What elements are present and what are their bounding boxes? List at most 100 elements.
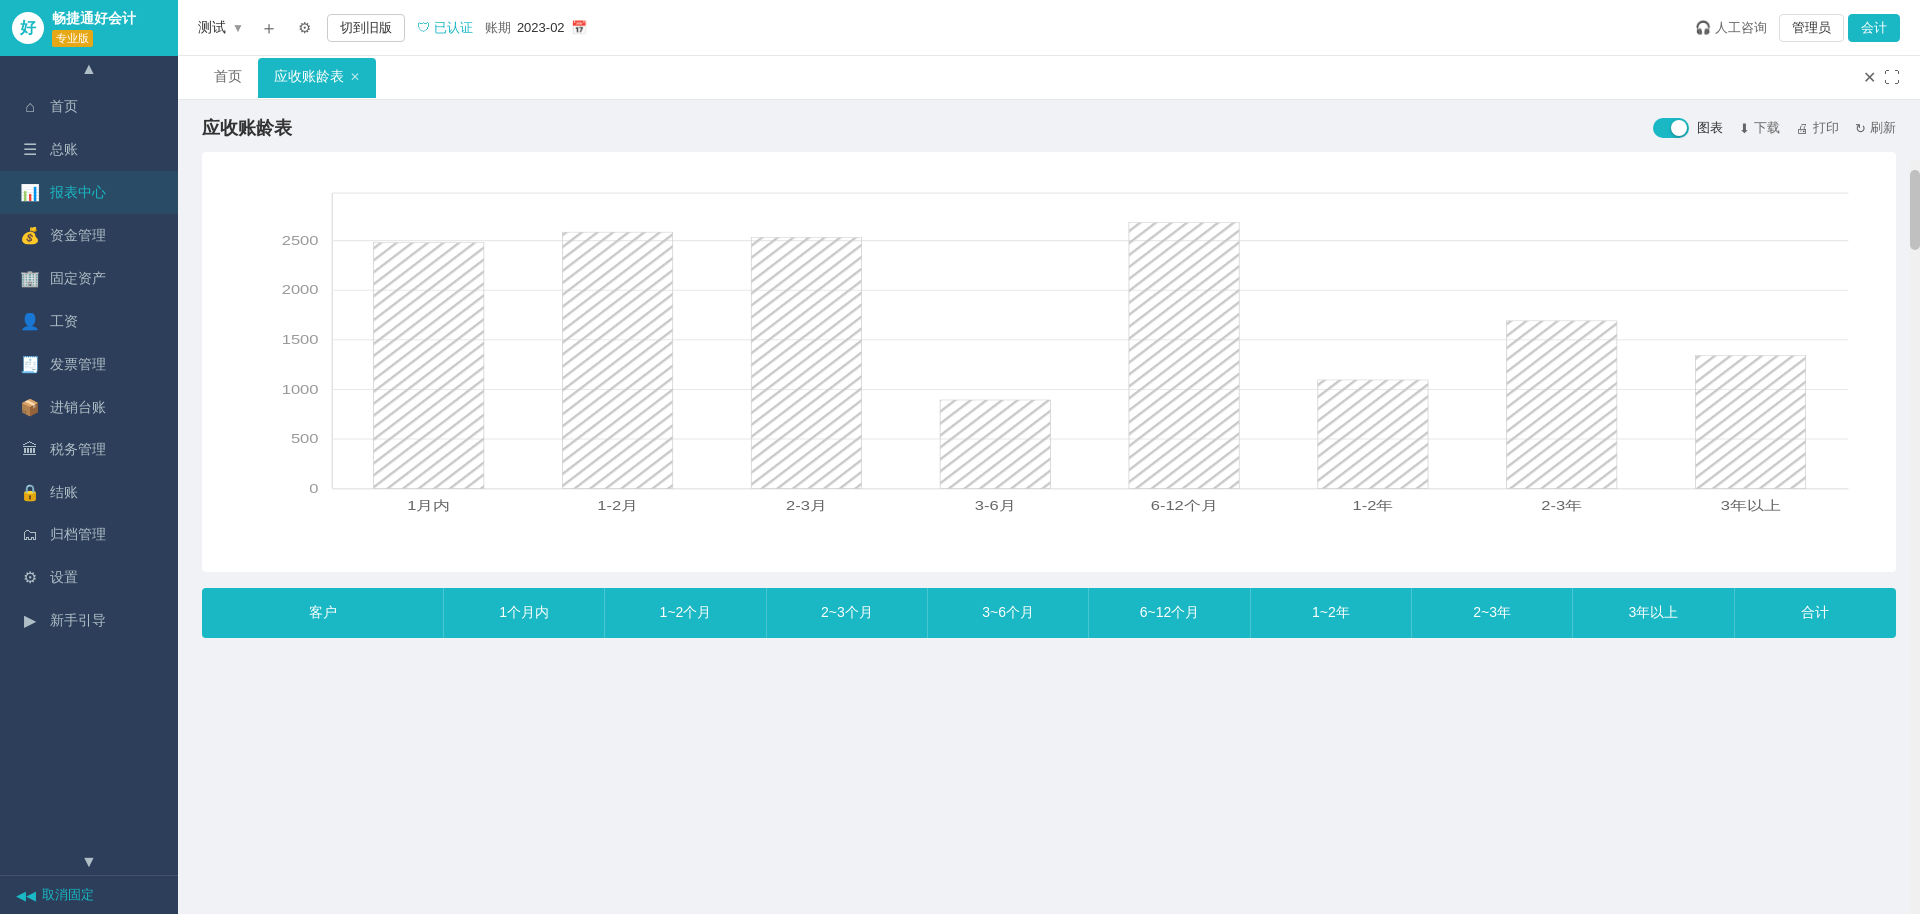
sidebar-item-label: 报表中心 [50,184,106,202]
table-header: 客户 1个月内 1~2个月 2~3个月 3~6个月 6~12个月 1~2年 2~… [202,588,1896,638]
svg-text:500: 500 [291,432,319,446]
settings-gear-button[interactable]: ⚙ [294,15,315,41]
archive-icon: 🗂 [20,526,40,544]
sidebar-item-assets[interactable]: 🏢 固定资产 [0,257,178,300]
manager-button[interactable]: 管理员 [1779,14,1844,42]
sidebar-item-home[interactable]: ⌂ 首页 [0,86,178,128]
period-display: 账期 2023-02 📅 [485,19,587,37]
page-actions: 图表 ⬇ 下载 🖨 打印 ↻ 刷新 [1653,118,1896,138]
scrollbar-thumb[interactable] [1910,170,1920,250]
toggle-thumb [1671,120,1687,136]
project-name: 测试 [198,19,226,37]
payroll-icon: 👤 [20,312,40,331]
svg-text:2500: 2500 [282,234,319,248]
scroll-up-btn[interactable]: ▲ [0,56,178,82]
sidebar-item-close[interactable]: 🔒 结账 [0,471,178,514]
calendar-icon[interactable]: 📅 [571,20,587,35]
col-2-3month: 2~3个月 [767,588,928,638]
sidebar-item-archive[interactable]: 🗂 归档管理 [0,514,178,556]
chart-container: 0 500 1000 1500 2000 2500 1月内 1-2月 [202,152,1896,572]
refresh-button[interactable]: ↻ 刷新 [1855,119,1896,137]
svg-text:1-2月: 1-2月 [597,499,638,513]
tab-home-label: 首页 [214,68,242,86]
sidebar-item-reports[interactable]: 📊 报表中心 [0,171,178,214]
sidebar-item-inventory[interactable]: 📦 进销台账 [0,386,178,429]
sidebar-item-label: 结账 [50,484,78,502]
sidebar-item-label: 首页 [50,98,78,116]
bar-chart: 0 500 1000 1500 2000 2500 1月内 1-2月 [222,172,1876,552]
tab-home[interactable]: 首页 [198,58,258,98]
tab-close-icon[interactable]: ✕ [350,70,360,84]
svg-text:1500: 1500 [282,333,319,347]
col-customer: 客户 [202,588,444,638]
sidebar-item-label: 工资 [50,313,78,331]
chevron-up-icon: ▲ [81,60,97,78]
sidebar-item-label: 进销台账 [50,399,106,417]
chevron-down-icon: ▼ [232,21,244,35]
switch-old-version-button[interactable]: 切到旧版 [327,14,405,42]
certified-badge: 🛡 已认证 [417,19,473,37]
expand-button[interactable]: ⛶ [1884,69,1900,87]
svg-text:3-6月: 3-6月 [975,499,1016,513]
svg-rect-26 [1318,380,1428,489]
refresh-label: 刷新 [1870,119,1896,137]
sidebar-item-invoice[interactable]: 🧾 发票管理 [0,343,178,386]
add-project-button[interactable]: ＋ [256,12,282,44]
svg-text:2-3年: 2-3年 [1541,499,1582,513]
chart-toggle-label: 图表 [1697,119,1723,137]
svg-text:6-12个月: 6-12个月 [1151,499,1218,513]
unpin-button[interactable]: ◀◀ 取消固定 [0,875,178,914]
svg-rect-28 [1507,321,1617,489]
sidebar-item-finance[interactable]: 💰 资金管理 [0,214,178,257]
print-button[interactable]: 🖨 打印 [1796,119,1839,137]
print-label: 打印 [1813,119,1839,137]
svg-text:1月内: 1月内 [407,499,450,513]
download-icon: ⬇ [1739,121,1750,136]
unpin-label: 取消固定 [42,886,94,904]
svg-text:3年以上: 3年以上 [1721,499,1781,513]
sidebar-item-label: 发票管理 [50,356,106,374]
period-text-label: 账期 [485,19,511,37]
logo-text: 畅捷通好会计 专业版 [52,10,136,47]
topbar: 测试 ▼ ＋ ⚙ 切到旧版 🛡 已认证 账期 2023-02 📅 🎧 人工咨询 … [178,0,1920,56]
download-label: 下载 [1754,119,1780,137]
sidebar-item-label: 固定资产 [50,270,106,288]
scrollbar-track[interactable] [1910,160,1920,914]
certified-label: 已认证 [434,19,473,37]
download-button[interactable]: ⬇ 下载 [1739,119,1780,137]
refresh-icon: ↻ [1855,121,1866,136]
svg-rect-16 [374,243,484,489]
scroll-down-btn[interactable]: ▼ [0,849,178,875]
toggle-track[interactable] [1653,118,1689,138]
svg-text:2-3月: 2-3月 [786,499,827,513]
sidebar-item-tax[interactable]: 🏛 税务管理 [0,429,178,471]
sidebar-item-label: 资金管理 [50,227,106,245]
svg-rect-30 [1695,356,1805,489]
col-3-6month: 3~6个月 [928,588,1089,638]
svg-rect-24 [1129,223,1239,489]
aging-table: 客户 1个月内 1~2个月 2~3个月 3~6个月 6~12个月 1~2年 2~… [202,588,1896,638]
col-1-2month: 1~2个月 [605,588,766,638]
reports-icon: 📊 [20,183,40,202]
project-selector[interactable]: 测试 ▼ [198,19,244,37]
sidebar-item-settings[interactable]: ⚙ 设置 [0,556,178,599]
ledger-icon: ☰ [20,140,40,159]
assets-icon: 🏢 [20,269,40,288]
tab-aging-report[interactable]: 应收账龄表 ✕ [258,58,376,98]
chart-toggle[interactable]: 图表 [1653,118,1723,138]
app-logo: 好 畅捷通好会计 专业版 [0,0,178,56]
inventory-icon: 📦 [20,398,40,417]
consult-button[interactable]: 🎧 人工咨询 [1695,19,1767,37]
unpin-icon: ◀◀ [16,888,36,903]
close-panel-button[interactable]: ✕ [1863,68,1876,87]
tax-icon: 🏛 [20,441,40,459]
svg-text:1000: 1000 [282,382,319,396]
accountant-button[interactable]: 会计 [1848,14,1900,42]
svg-text:2000: 2000 [282,283,319,297]
svg-rect-20 [751,237,861,488]
svg-text:1-2年: 1-2年 [1353,499,1394,513]
sidebar-item-ledger[interactable]: ☰ 总账 [0,128,178,171]
sidebar-item-label: 设置 [50,569,78,587]
sidebar-item-newbie[interactable]: ▶ 新手引导 [0,599,178,642]
sidebar-item-payroll[interactable]: 👤 工资 [0,300,178,343]
